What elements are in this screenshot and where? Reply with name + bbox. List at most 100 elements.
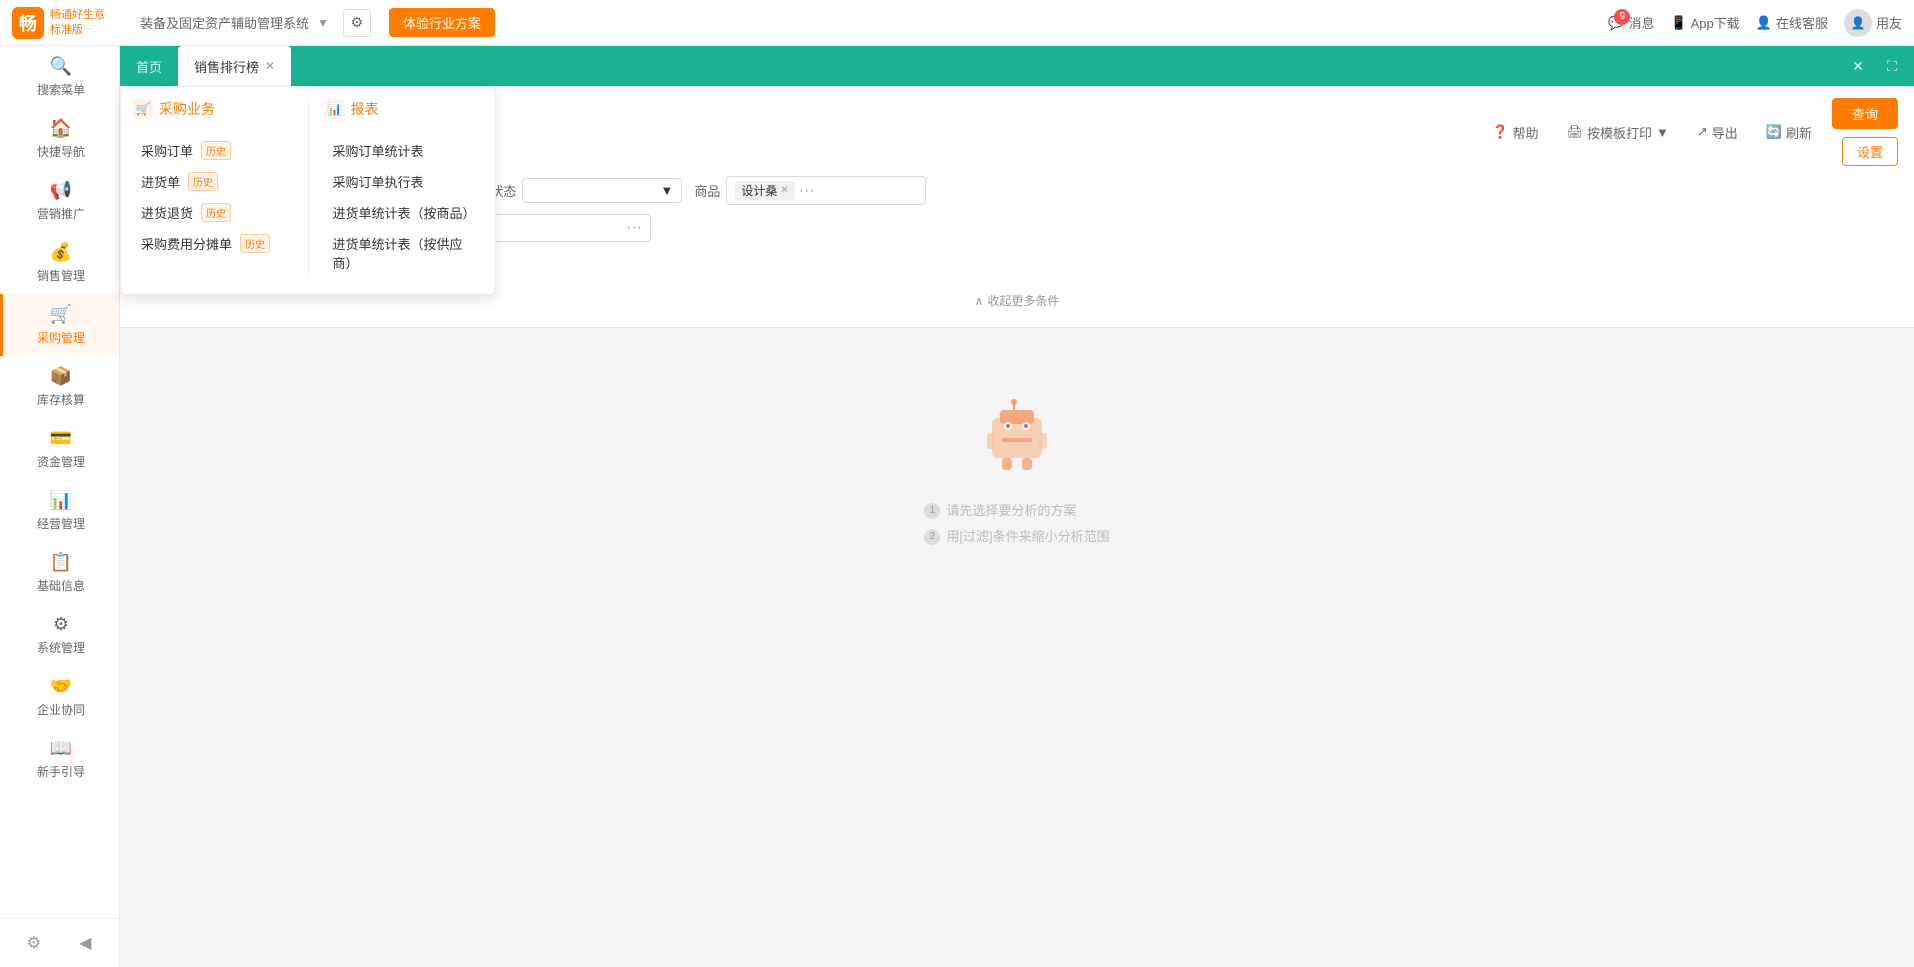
sidebar-item-sales[interactable]: 💰 销售管理 — [0, 232, 119, 294]
dropdown-item-order-stat[interactable]: 采购订单统计表 — [325, 135, 484, 166]
enterprise-icon: 🤝 — [50, 676, 72, 697]
empty-state: 1 请先选择要分析的方案 2 用[过滤]条件来缩小分析范围 — [120, 328, 1914, 610]
system-title-area: 装备及固定资产辅助管理系统 ▼ ⚙ 体验行业方案 — [140, 8, 495, 37]
header-right: 💬 9 消息 📱 App下载 👤 在线客服 👤 用友 — [1608, 9, 1902, 37]
empty-svg — [972, 388, 1062, 478]
sidebar-quick-nav-label: 快捷导航 — [37, 143, 85, 160]
sidebar-item-inventory[interactable]: 📦 库存核算 — [0, 356, 119, 418]
sidebar-collapse-btn[interactable]: ◀ — [69, 927, 101, 959]
sidebar-settings-btn[interactable]: ⚙ — [18, 927, 50, 959]
tab-expand-btn[interactable]: ⛶ — [1878, 52, 1906, 80]
goods-filter: 商品 设计桑 ✕ ··· — [694, 176, 926, 205]
goods-label: 商品 — [694, 181, 720, 200]
sidebar-item-marketing[interactable]: 📢 营销推广 — [0, 170, 119, 232]
goods-select[interactable]: 设计桑 ✕ ··· — [726, 176, 926, 205]
tab-close-all-btn[interactable]: ✕ — [1844, 52, 1872, 80]
tab-home[interactable]: 首页 — [120, 46, 178, 86]
dropdown-item-purchase-order[interactable]: 采购订单 历史 — [133, 135, 292, 166]
sidebar-item-quick-nav[interactable]: 🏠 快捷导航 — [0, 108, 119, 170]
query-button[interactable]: 查询 — [1832, 98, 1898, 129]
user-area[interactable]: 👤 用友 — [1844, 9, 1902, 37]
system-dropdown-arrow[interactable]: ▼ — [317, 16, 329, 30]
export-btn[interactable]: ↗ 导出 — [1689, 119, 1746, 146]
goods-tag-close[interactable]: ✕ — [780, 185, 788, 196]
dropdown-item-inbound-stat-goods[interactable]: 进货单统计表（按商品） — [325, 197, 484, 228]
marketing-icon: 📢 — [50, 180, 72, 201]
inventory-icon: 📦 — [50, 366, 72, 387]
phone-icon: 📱 — [1670, 15, 1686, 31]
empty-illustration — [972, 388, 1062, 478]
empty-tip-1: 1 请先选择要分析的方案 — [924, 498, 1109, 524]
dropdown-report-header: 📊 报表 — [325, 99, 484, 125]
sales-icon: 💰 — [50, 242, 72, 263]
sidebar-search-label: 搜索菜单 — [37, 81, 85, 98]
sidebar-item-enterprise[interactable]: 🤝 企业协同 — [0, 666, 119, 728]
app-download-btn[interactable]: 📱 App下载 — [1670, 13, 1739, 32]
sidebar-item-purchase[interactable]: 🛒 采购管理 — [0, 294, 119, 356]
top-header: 畅 畅通好生意标准版 装备及固定资产辅助管理系统 ▼ ⚙ 体验行业方案 💬 9 … — [0, 0, 1914, 46]
return-label: 进货退货 — [141, 203, 193, 222]
user-label: 用友 — [1876, 13, 1902, 32]
avatar: 👤 — [1844, 9, 1872, 37]
logo-area: 畅 畅通好生意标准版 — [12, 7, 132, 39]
operations-icon: 📊 — [50, 490, 72, 511]
online-service-btn[interactable]: 👤 在线客服 — [1756, 13, 1828, 32]
dropdown-item-return[interactable]: 进货退货 历史 — [133, 197, 292, 228]
sidebar-purchase-label: 采购管理 — [37, 329, 85, 346]
dropdown-col-report: 📊 报表 采购订单统计表 采购订单执行表 进货单统计表（按商品） 进货单统计表（… — [313, 99, 496, 278]
print-icon: 🖨 — [1566, 124, 1583, 140]
help-label: 帮助 — [1512, 123, 1538, 142]
sidebar-item-operations[interactable]: 📊 经营管理 — [0, 480, 119, 542]
message-btn[interactable]: 💬 9 消息 — [1608, 13, 1654, 32]
sidebar-enterprise-label: 企业协同 — [37, 701, 85, 718]
print-label: 按模板打印 — [1587, 123, 1652, 142]
sidebar-bottom: ⚙ ◀ — [0, 918, 119, 967]
salesperson-ellipsis[interactable]: ··· — [626, 219, 642, 237]
sidebar-item-finance[interactable]: 💳 资金管理 — [0, 418, 119, 480]
report-header-label: 报表 — [351, 99, 379, 119]
goods-ellipsis[interactable]: ··· — [799, 182, 815, 200]
purchase-order-history: 历史 — [201, 141, 231, 160]
system-title-text: 装备及固定资产辅助管理系统 — [140, 13, 309, 32]
collapse-arrow: ∧ — [975, 294, 984, 308]
empty-tip-2: 2 用[过滤]条件来缩小分析范围 — [924, 524, 1109, 550]
expense-history: 历史 — [240, 234, 270, 253]
inbound-label: 进货单 — [141, 172, 180, 191]
tab-close-icon[interactable]: ✕ — [265, 59, 275, 73]
sidebar-item-search[interactable]: 🔍 搜索菜单 — [0, 46, 119, 108]
help-icon: ❓ — [1492, 124, 1508, 140]
business-header-label: 采购业务 — [159, 99, 215, 119]
tab-home-label: 首页 — [136, 57, 162, 76]
dropdown-item-order-exec[interactable]: 采购订单执行表 — [325, 166, 484, 197]
dropdown-item-inbound[interactable]: 进货单 历史 — [133, 166, 292, 197]
gear-button[interactable]: ⚙ — [343, 9, 371, 37]
help-btn[interactable]: ❓ 帮助 — [1484, 119, 1546, 146]
sidebar-system-label: 系统管理 — [37, 639, 85, 656]
sidebar-basic-info-label: 基础信息 — [37, 577, 85, 594]
sidebar-item-system[interactable]: ⚙ 系统管理 — [0, 604, 119, 666]
sidebar-marketing-label: 营销推广 — [37, 205, 85, 222]
online-service-label: 在线客服 — [1776, 13, 1828, 32]
service-icon: 👤 — [1756, 15, 1772, 31]
dropdown-item-expense[interactable]: 采购费用分摊单 历史 — [133, 228, 292, 259]
tab-sales-ranking[interactable]: 销售排行榜 ✕ — [178, 46, 291, 86]
sidebar-item-basic-info[interactable]: 📋 基础信息 — [0, 542, 119, 604]
print-btn[interactable]: 🖨 按模板打印 ▼ — [1558, 119, 1676, 146]
home-icon: 🏠 — [50, 118, 72, 139]
sidebar-item-guide[interactable]: 📖 新手引导 — [0, 728, 119, 790]
trial-button[interactable]: 体验行业方案 — [389, 8, 495, 37]
doc-status-select[interactable]: ▼ — [522, 178, 682, 203]
message-label: 消息 — [1628, 13, 1654, 32]
report-col-icon: 📊 — [325, 99, 345, 119]
print-dropdown-arrow[interactable]: ▼ — [1656, 125, 1669, 140]
business-col-icon: 🛒 — [133, 99, 153, 119]
inbound-history: 历史 — [188, 172, 218, 191]
refresh-btn[interactable]: 🔄 刷新 — [1758, 119, 1820, 146]
guide-icon: 📖 — [50, 738, 72, 759]
tab-bar-right: ✕ ⛶ — [1844, 52, 1914, 80]
sidebar-guide-label: 新手引导 — [37, 763, 85, 780]
settings-button[interactable]: 设置 — [1842, 137, 1898, 166]
refresh-icon: 🔄 — [1766, 124, 1782, 140]
dropdown-item-inbound-stat-supplier[interactable]: 进货单统计表（按供应商） — [325, 228, 484, 278]
tab-sales-ranking-label: 销售排行榜 — [194, 57, 259, 76]
